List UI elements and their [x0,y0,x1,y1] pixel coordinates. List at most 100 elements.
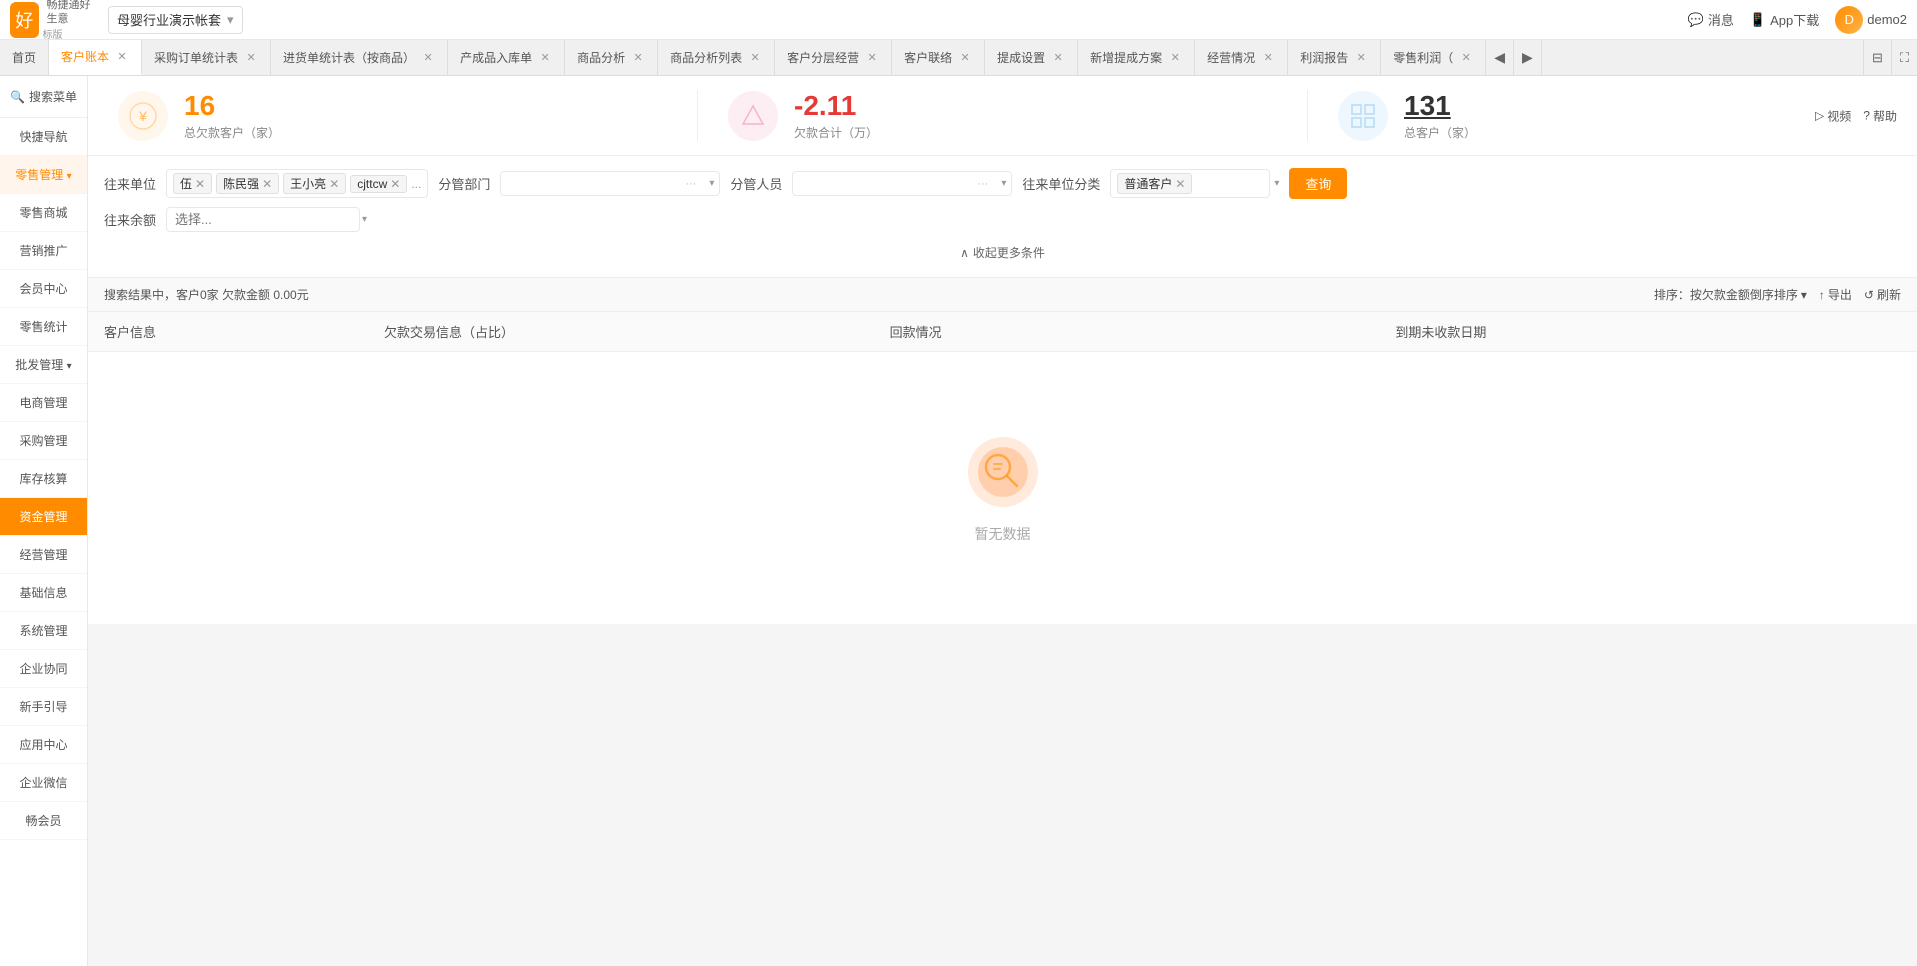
tab-home[interactable]: 首页 [0,40,49,75]
tab-action-fullscreen[interactable]: ⛶ [1891,40,1917,75]
col-due-date: 到期未收款日期 [1395,322,1901,341]
tab-new-commission-close[interactable]: ✕ [1168,51,1182,65]
sidebar-item-finance[interactable]: 资金管理 [0,498,87,536]
refresh-btn[interactable]: ↺ 刷新 [1864,286,1901,303]
sidebar-system-label: 系统管理 [19,624,67,638]
tab-retail-profit[interactable]: 零售利润（ ✕ [1381,40,1486,75]
tab-customer-contact[interactable]: 客户联络 ✕ [892,40,985,75]
unit-tags-container[interactable]: 伍 ✕ 陈民强 ✕ 王小亮 ✕ cjttcw ✕ ... [166,169,428,198]
tab-customer-layer[interactable]: 客户分层经营 ✕ [775,40,892,75]
unit-tag-wang-remove[interactable]: ✕ [329,177,339,191]
tab-retail-profit-label: 零售利润（ [1393,49,1453,66]
sidebar-item-retail-management[interactable]: 零售管理 ▾ [0,156,87,194]
sidebar-item-retail-stats[interactable]: 零售统计 [0,308,87,346]
tab-product-analysis-list[interactable]: 商品分析列表 ✕ [658,40,775,75]
empty-state: 暂无数据 [88,352,1917,624]
sort-btn[interactable]: 排序：按欠款金额倒序排序 ▾ [1654,286,1807,303]
workspace-selector[interactable]: 母婴行业演示帐套 ▾ [108,6,243,34]
results-bar: 搜索结果中，客户0家 欠款金额 0.00元 排序：按欠款金额倒序排序 ▾ ↑ 导… [88,278,1917,312]
collapse-up-icon: ∧ [960,246,969,260]
sidebar-item-basic-info[interactable]: 基础信息 [0,574,87,612]
unit-tags-more[interactable]: ... [411,177,421,191]
dept-clear-icon[interactable]: ··· [685,178,696,190]
tab-inbound-stats[interactable]: 进货单统计表（按商品） ✕ [271,40,448,75]
tab-customer-ledger-close[interactable]: ✕ [115,50,129,64]
tab-product-analysis[interactable]: 商品分析 ✕ [565,40,658,75]
tab-business-status-close[interactable]: ✕ [1261,51,1275,65]
export-label: 导出 [1828,286,1852,303]
tab-product-analysis-list-close[interactable]: ✕ [748,51,762,65]
tab-purchase-close[interactable]: ✕ [244,51,258,65]
sidebar-item-inventory[interactable]: 库存核算 [0,460,87,498]
refresh-icon: ↺ [1864,288,1874,302]
video-help-btn[interactable]: ▷ 视频 [1815,107,1851,124]
total-debt-customers-number: 16 [184,90,280,122]
tab-customer-contact-close[interactable]: ✕ [958,51,972,65]
sidebar-item-member-center[interactable]: 会员中心 [0,270,87,308]
unit-type-tag-remove[interactable]: ✕ [1175,177,1185,191]
sidebar-enterprise-wechat-label: 企业微信 [19,776,67,790]
nav-right: 💬 消息 📱 App下载 D demo2 [1688,6,1907,34]
help-btn[interactable]: ? 帮助 [1863,107,1897,124]
export-btn[interactable]: ↑ 导出 [1819,286,1852,303]
unit-tag-chen[interactable]: 陈民强 ✕ [216,173,279,194]
sidebar-item-wholesale[interactable]: 批发管理 ▾ [0,346,87,384]
tab-scroll-right[interactable]: ▶ [1514,40,1542,75]
unit-tag-wu[interactable]: 伍 ✕ [173,173,212,194]
app-download-btn[interactable]: 📱 App下载 [1750,10,1819,29]
tab-customer-ledger[interactable]: 客户账本 ✕ [49,40,142,75]
sidebar-item-quick-nav[interactable]: 快捷导航 [0,118,87,156]
tab-product-inbound[interactable]: 产成品入库单 ✕ [448,40,565,75]
sidebar-item-operations[interactable]: 经营管理 [0,536,87,574]
user-profile[interactable]: D demo2 [1835,6,1907,34]
tab-scroll-left[interactable]: ◀ [1486,40,1514,75]
sidebar-item-newbie-guide[interactable]: 新手引导 [0,688,87,726]
person-clear-icon[interactable]: ··· [977,178,988,190]
sidebar-item-enterprise-collab[interactable]: 企业协同 [0,650,87,688]
sidebar-item-retail-shop[interactable]: 零售商城 [0,194,87,232]
tab-profit-report-close[interactable]: ✕ [1354,51,1368,65]
sidebar-item-purchase[interactable]: 采购管理 [0,422,87,460]
unit-tag-wang[interactable]: 王小亮 ✕ [283,173,346,194]
tab-business-status[interactable]: 经营情况 ✕ [1195,40,1288,75]
tab-commission-settings[interactable]: 提成设置 ✕ [985,40,1078,75]
tab-commission-close[interactable]: ✕ [1051,51,1065,65]
tab-product-analysis-list-label: 商品分析列表 [670,49,742,66]
unit-tag-chen-remove[interactable]: ✕ [262,177,272,191]
unit-tag-cjttcw[interactable]: cjttcw ✕ [350,175,407,193]
tab-action-expand[interactable]: ⊟ [1863,40,1891,75]
sidebar-inventory-label: 库存核算 [19,472,67,486]
sidebar-item-app-center[interactable]: 应用中心 [0,726,87,764]
sidebar-operations-label: 经营管理 [19,548,67,562]
tab-product-analysis-close[interactable]: ✕ [631,51,645,65]
unit-type-tag-normal[interactable]: 普通客户 ✕ [1117,173,1192,194]
sidebar-item-ecommerce[interactable]: 电商管理 [0,384,87,422]
tab-product-close[interactable]: ✕ [538,51,552,65]
stat-icon-debt [728,91,778,141]
tab-new-commission[interactable]: 新增提成方案 ✕ [1078,40,1195,75]
tab-purchase-order-stats[interactable]: 采购订单统计表 ✕ [142,40,271,75]
sidebar-retail-stats-label: 零售统计 [19,320,67,334]
stats-bar: ¥ 16 总欠款客户（家） -2.11 欠款合计（万） [88,76,1917,156]
tab-customer-layer-close[interactable]: ✕ [865,51,879,65]
query-button[interactable]: 查询 [1289,168,1347,199]
search-menu-btn[interactable]: 🔍 搜索菜单 [6,84,81,109]
tab-profit-report[interactable]: 利润报告 ✕ [1288,40,1381,75]
sidebar-item-system[interactable]: 系统管理 [0,612,87,650]
sidebar-item-marketing[interactable]: 营销推广 [0,232,87,270]
help-label: 帮助 [1873,107,1897,124]
help-icon: ? [1863,109,1870,123]
sidebar-item-chang-member[interactable]: 畅会员 [0,802,87,840]
sidebar-item-enterprise-wechat[interactable]: 企业微信 [0,764,87,802]
content-area: ¥ 16 总欠款客户（家） -2.11 欠款合计（万） [88,76,1917,966]
balance-input[interactable] [166,207,360,232]
collapse-filters-btn[interactable]: ∧ 收起更多条件 [104,240,1901,265]
tab-inbound-close[interactable]: ✕ [421,51,435,65]
tab-retail-profit-close[interactable]: ✕ [1459,51,1473,65]
tab-purchase-order-stats-label: 采购订单统计表 [154,49,238,66]
unit-tag-cjttcw-remove[interactable]: ✕ [390,177,400,191]
message-btn[interactable]: 💬 消息 [1688,10,1734,29]
unit-type-tags[interactable]: 普通客户 ✕ [1110,169,1270,198]
username: demo2 [1867,12,1907,27]
unit-tag-wu-remove[interactable]: ✕ [195,177,205,191]
